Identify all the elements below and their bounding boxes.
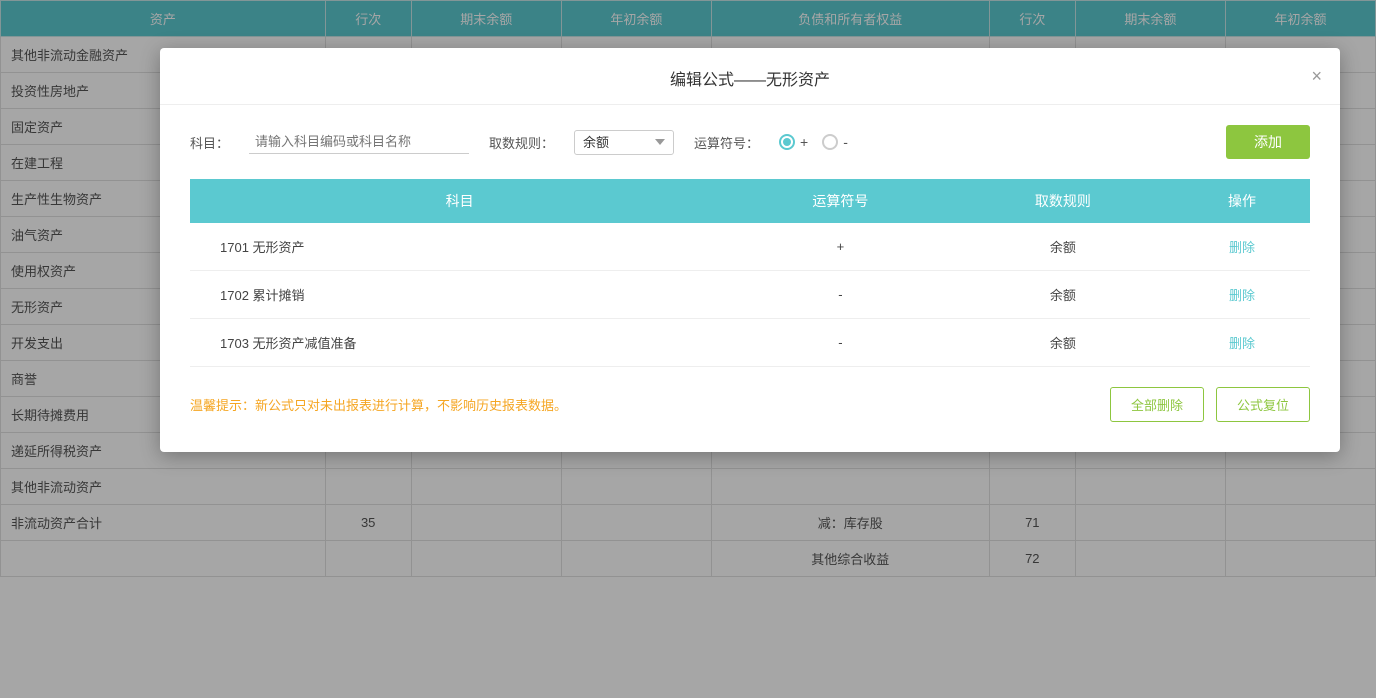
add-button[interactable]: 添加	[1226, 125, 1310, 159]
row3-operator: -	[729, 319, 951, 367]
operator-minus-radio[interactable]: -	[822, 134, 848, 150]
table-header-row: 科目 运算符号 取数规则 操作	[190, 179, 1310, 223]
footer-buttons: 全部删除 公式复位	[1110, 387, 1310, 422]
radio-minus-circle	[822, 134, 838, 150]
row2-rule: 余额	[952, 271, 1174, 319]
row2-subject: 1702 累计摊销	[190, 271, 729, 319]
rule-label: 取数规则：	[489, 133, 554, 152]
row1-rule: 余额	[952, 223, 1174, 271]
operator-label: 运算符号：	[694, 133, 759, 152]
row1-subject: 1701 无形资产	[190, 223, 729, 271]
radio-plus-circle	[779, 134, 795, 150]
row1-operator: +	[729, 223, 951, 271]
formula-table: 科目 运算符号 取数规则 操作 1701 无形资产 + 余额 删除 1702 累…	[190, 179, 1310, 367]
modal-title: 编辑公式——无形资产	[670, 66, 830, 90]
table-row: 1702 累计摊销 - 余额 删除	[190, 271, 1310, 319]
col-rule: 取数规则	[952, 179, 1174, 223]
close-icon[interactable]: ×	[1311, 67, 1322, 85]
row1-delete-link[interactable]: 删除	[1229, 240, 1255, 255]
col-subject: 科目	[190, 179, 729, 223]
operator-plus-label: +	[800, 134, 808, 150]
modal-header: 编辑公式——无形资产 ×	[160, 48, 1340, 105]
modal-footer: 温馨提示：新公式只对未出报表进行计算，不影响历史报表数据。 全部删除 公式复位	[160, 367, 1340, 422]
subject-label: 科目：	[190, 133, 229, 152]
operator-radio-group: + -	[779, 134, 848, 150]
modal-dialog: 编辑公式——无形资产 × 科目： 取数规则： 余额 借方发生额 贷方发生额 运算…	[160, 48, 1340, 452]
inner-table-wrap: 科目 运算符号 取数规则 操作 1701 无形资产 + 余额 删除 1702 累…	[190, 179, 1310, 367]
row2-operator: -	[729, 271, 951, 319]
row3-rule: 余额	[952, 319, 1174, 367]
operator-plus-radio[interactable]: +	[779, 134, 808, 150]
operator-minus-label: -	[843, 134, 848, 150]
table-row: 1701 无形资产 + 余额 删除	[190, 223, 1310, 271]
col-action: 操作	[1174, 179, 1310, 223]
reset-formula-button[interactable]: 公式复位	[1216, 387, 1310, 422]
delete-all-button[interactable]: 全部删除	[1110, 387, 1204, 422]
row3-subject: 1703 无形资产减值准备	[190, 319, 729, 367]
form-row: 科目： 取数规则： 余额 借方发生额 贷方发生额 运算符号： + - 添加	[160, 105, 1340, 179]
table-row: 1703 无形资产减值准备 - 余额 删除	[190, 319, 1310, 367]
subject-input[interactable]	[249, 130, 469, 154]
col-operator: 运算符号	[729, 179, 951, 223]
row2-delete-link[interactable]: 删除	[1229, 288, 1255, 303]
row3-delete-link[interactable]: 删除	[1229, 336, 1255, 351]
hint-text: 温馨提示：新公式只对未出报表进行计算，不影响历史报表数据。	[190, 395, 567, 414]
rule-select[interactable]: 余额 借方发生额 贷方发生额	[574, 130, 674, 155]
rule-select-wrap: 余额 借方发生额 贷方发生额	[574, 130, 674, 155]
